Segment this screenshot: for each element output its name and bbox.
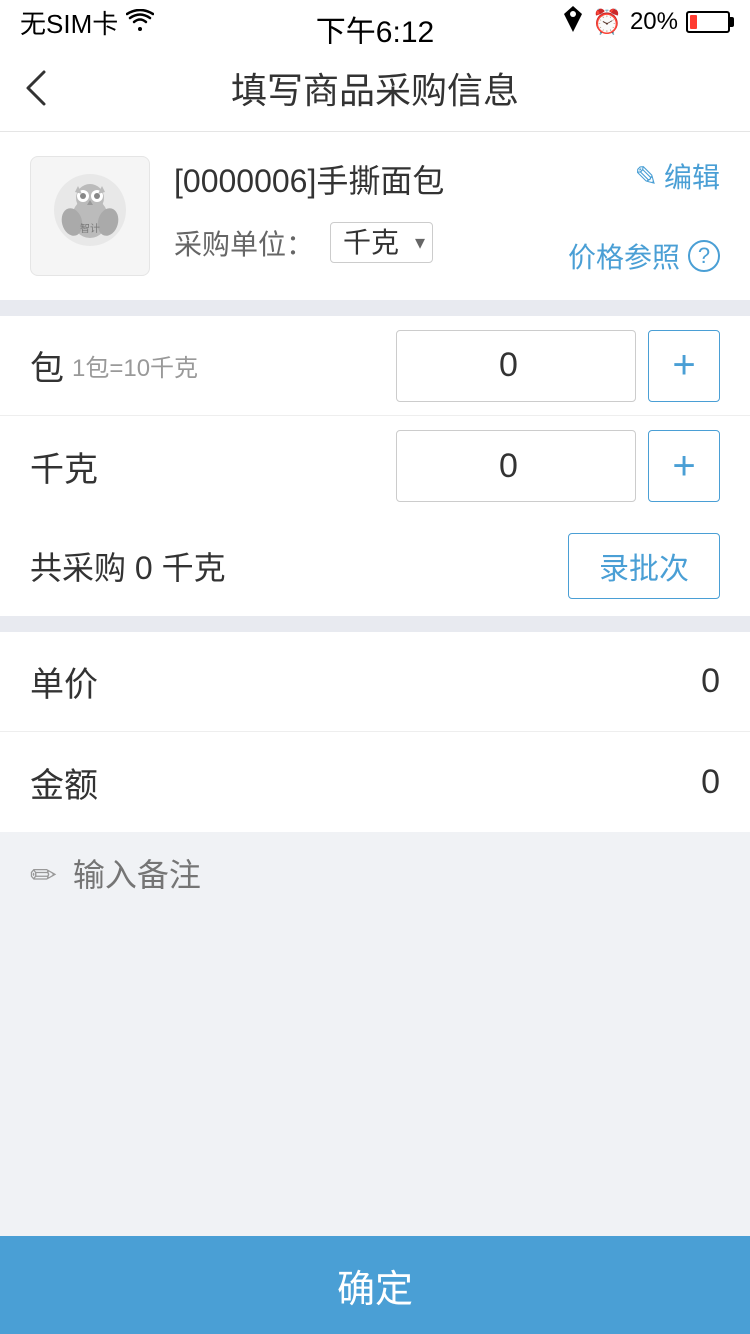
unit-select[interactable]: 千克 包	[330, 222, 433, 263]
svg-text:智计: 智计	[80, 222, 100, 235]
price-value: 0	[701, 662, 720, 701]
main-content: 智计 [0000006]手撕面包 采购单位： 千克 包 ▾ ✎ 编辑	[0, 132, 750, 1090]
price-ref-label: 价格参照	[568, 236, 680, 276]
edit-link[interactable]: ✎ 编辑	[635, 156, 720, 196]
total-text: 共采购 0 千克	[30, 543, 226, 589]
batch-button[interactable]: 录批次	[568, 533, 720, 599]
product-logo: 智计	[50, 170, 130, 262]
unit-select-wrapper[interactable]: 千克 包 ▾	[330, 222, 433, 263]
price-ref-link[interactable]: 价格参照 ?	[568, 236, 720, 276]
page-title: 填写商品采购信息	[231, 62, 519, 114]
battery-icon	[686, 11, 730, 33]
divider-2	[0, 616, 750, 632]
price-label: 单价	[30, 657, 98, 706]
product-image: 智计	[30, 156, 150, 276]
package-label: 包	[30, 341, 64, 390]
status-indicators: ⏰ 20%	[562, 6, 730, 39]
help-icon: ?	[688, 240, 720, 272]
location-icon	[562, 6, 584, 39]
kg-qty-input[interactable]	[396, 430, 636, 502]
package-sublabel: 1包=10千克	[72, 348, 198, 383]
status-bar: 无SIM卡 下午6:12 ⏰ 20%	[0, 0, 750, 44]
notes-input[interactable]	[73, 857, 720, 894]
notes-row: ✏	[30, 856, 720, 894]
kg-plus-button[interactable]: +	[648, 430, 720, 502]
confirm-button[interactable]: 确定	[0, 1236, 750, 1334]
package-plus-button[interactable]: +	[648, 330, 720, 402]
edit-label: 编辑	[664, 156, 720, 196]
amount-row: 金额 0	[0, 732, 750, 832]
nav-bar: 填写商品采购信息	[0, 44, 750, 132]
amount-label: 金额	[30, 758, 98, 807]
wifi-icon	[126, 7, 154, 38]
status-carrier: 无SIM卡	[20, 4, 154, 41]
product-card: 智计 [0000006]手撕面包 采购单位： 千克 包 ▾ ✎ 编辑	[0, 132, 750, 300]
divider-1	[0, 300, 750, 316]
amount-value: 0	[701, 763, 720, 802]
package-input-row: 包 1包=10千克 +	[0, 316, 750, 416]
edit-icon: ✎	[635, 160, 658, 193]
purchase-unit-label: 采购单位：	[174, 223, 314, 263]
package-input-section: 包 1包=10千克 + 千克 +	[0, 316, 750, 516]
total-row: 共采购 0 千克 录批次	[0, 516, 750, 616]
package-qty-input[interactable]	[396, 330, 636, 402]
kg-input-row: 千克 +	[0, 416, 750, 516]
back-button[interactable]	[24, 68, 48, 108]
battery-percent: 20%	[630, 8, 678, 36]
info-section: 单价 0 金额 0	[0, 632, 750, 832]
pencil-icon: ✏	[30, 856, 57, 894]
kg-label: 千克	[30, 442, 98, 491]
price-row: 单价 0	[0, 632, 750, 732]
alarm-icon: ⏰	[592, 8, 622, 37]
notes-section: ✏	[0, 832, 750, 992]
